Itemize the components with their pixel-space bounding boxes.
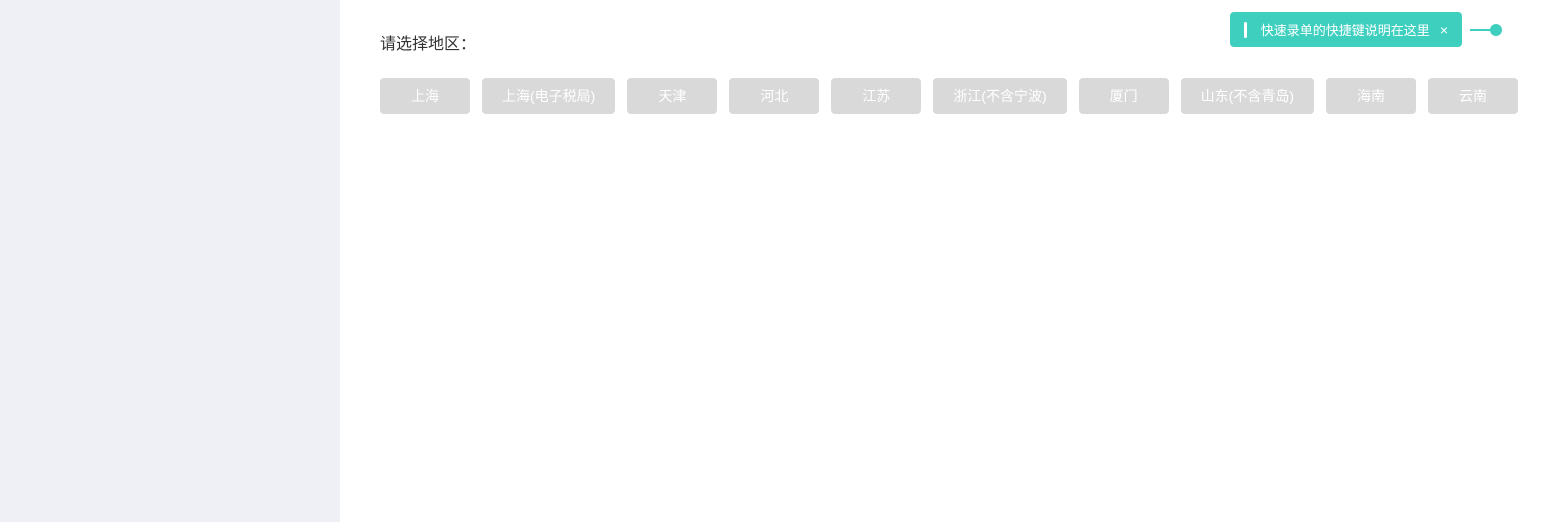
tooltip-container: 快速录单的快捷键说明在这里 ×	[1230, 12, 1502, 47]
btn-shanghai[interactable]: 上海	[380, 78, 470, 114]
btn-tianjin[interactable]: 天津	[627, 78, 717, 114]
btn-yunnan[interactable]: 云南	[1428, 78, 1518, 114]
btn-shandong[interactable]: 山东(不含青岛)	[1181, 78, 1314, 114]
main-content: 请选择地区： 上海上海(电子税局)天津河北江苏浙江(不含宁波)厦门山东(不含青岛…	[340, 0, 1562, 522]
btn-xiamen[interactable]: 厦门	[1079, 78, 1169, 114]
tooltip-dot	[1490, 24, 1502, 36]
left-sidebar	[0, 0, 340, 522]
tooltip-bubble: 快速录单的快捷键说明在这里 ×	[1230, 12, 1462, 47]
btn-hebei[interactable]: 河北	[729, 78, 819, 114]
btn-hainan[interactable]: 海南	[1326, 78, 1416, 114]
btn-jiangsu[interactable]: 江苏	[831, 78, 921, 114]
tooltip-text: 快速录单的快捷键说明在这里	[1261, 20, 1430, 39]
tooltip-line	[1470, 29, 1490, 31]
btn-zhejiang[interactable]: 浙江(不含宁波)	[933, 78, 1066, 114]
btn-shanghai-etax[interactable]: 上海(电子税局)	[482, 78, 615, 114]
region-buttons-container: 上海上海(电子税局) 天津河北江苏浙江(不含宁波) 厦门山东(不含青岛) 海南云南	[380, 78, 1522, 114]
tooltip-connector	[1470, 24, 1502, 36]
tooltip-close-button[interactable]: ×	[1440, 23, 1448, 37]
